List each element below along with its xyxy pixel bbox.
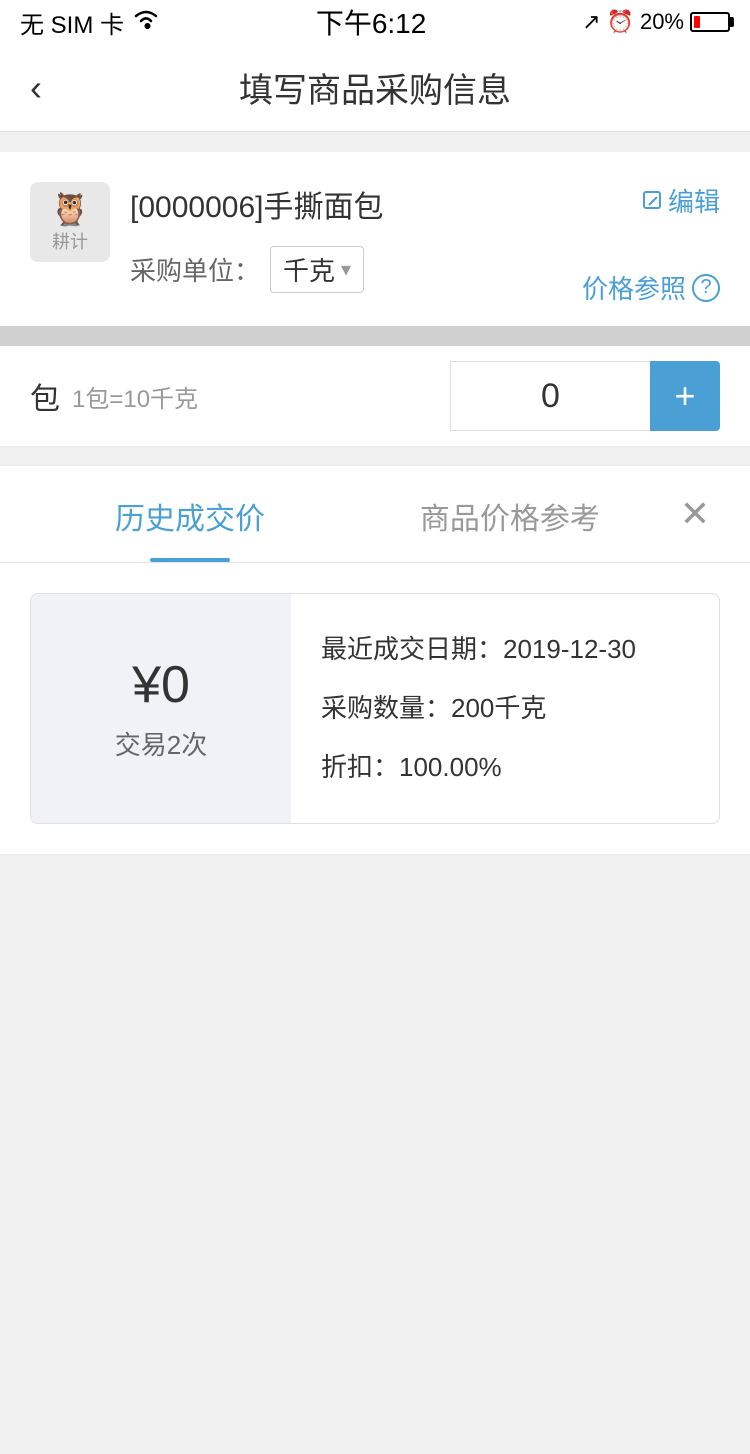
logo-sub-text: 耕计 [52, 228, 88, 254]
transaction-card: ¥0 交易2次 最近成交日期：2019-12-30 采购数量：200千克 折扣：… [30, 593, 720, 824]
status-right: ↗ ⏰ 20% [582, 9, 730, 35]
close-button[interactable]: ✕ [670, 483, 720, 545]
tab-history-price[interactable]: 历史成交价 [30, 466, 350, 562]
quantity-value: 0 [541, 377, 560, 416]
transaction-left: ¥0 交易2次 [31, 594, 291, 823]
product-name: [0000006]手撕面包 [130, 182, 582, 226]
price-ref-button[interactable]: 价格参照 ? [582, 269, 720, 306]
wifi-icon [132, 8, 160, 37]
logo-owl-icon: 🦉 [50, 190, 90, 228]
battery-percent: 20% [640, 9, 684, 35]
status-bar: 无 SIM 卡 下午6:12 ↗ ⏰ 20% [0, 0, 750, 44]
location-icon: ↗ [582, 9, 600, 35]
product-card: 🦉 耕计 [0000006]手撕面包 采购单位： 千克 ▾ [0, 152, 750, 326]
back-button[interactable]: ‹ [30, 57, 52, 119]
quantity-unit-tag: 包 [30, 374, 60, 418]
transaction-price: ¥0 [132, 655, 190, 715]
page-title: 填写商品采购信息 [239, 63, 511, 112]
quantity-input[interactable]: 0 [450, 361, 650, 431]
tab-product-price-ref[interactable]: 商品价格参考 [350, 466, 670, 562]
carrier-text: 无 SIM 卡 [20, 5, 124, 40]
quantity-sub-text: 1包=10千克 [72, 379, 198, 414]
bottom-panel: 历史成交价 商品价格参考 ✕ ¥0 交易2次 最近成交日期：2019-12-30… [0, 466, 750, 854]
edit-button[interactable]: 编辑 [642, 182, 720, 219]
unit-label: 采购单位： [130, 251, 260, 288]
edit-icon [642, 190, 664, 212]
tabs-row: 历史成交价 商品价格参考 ✕ [0, 466, 750, 563]
unit-selector[interactable]: 千克 ▾ [270, 246, 364, 293]
close-icon: ✕ [680, 493, 710, 534]
transaction-right: 最近成交日期：2019-12-30 采购数量：200千克 折扣：100.00% [291, 594, 719, 823]
recent-date-row: 最近成交日期：2019-12-30 [321, 630, 689, 669]
quantity-row: 包 1包=10千克 0 + [0, 346, 750, 446]
section-divider [0, 326, 750, 346]
transaction-count: 交易2次 [115, 725, 207, 762]
battery-icon [690, 12, 730, 32]
status-left: 无 SIM 卡 [20, 5, 160, 40]
chevron-down-icon: ▾ [341, 257, 351, 282]
quantity-row-detail: 采购数量：200千克 [321, 689, 689, 728]
history-content: ¥0 交易2次 最近成交日期：2019-12-30 采购数量：200千克 折扣：… [0, 563, 750, 854]
discount-row: 折扣：100.00% [321, 748, 689, 787]
status-time: 下午6:12 [316, 2, 427, 42]
help-icon: ? [692, 274, 720, 302]
main-content-area [0, 854, 750, 1454]
product-logo: 🦉 耕计 [30, 182, 110, 262]
nav-bar: ‹ 填写商品采购信息 [0, 44, 750, 132]
quantity-plus-button[interactable]: + [650, 361, 720, 431]
plus-icon: + [674, 375, 695, 417]
alarm-icon: ⏰ [607, 9, 634, 35]
unit-value: 千克 [283, 251, 335, 288]
